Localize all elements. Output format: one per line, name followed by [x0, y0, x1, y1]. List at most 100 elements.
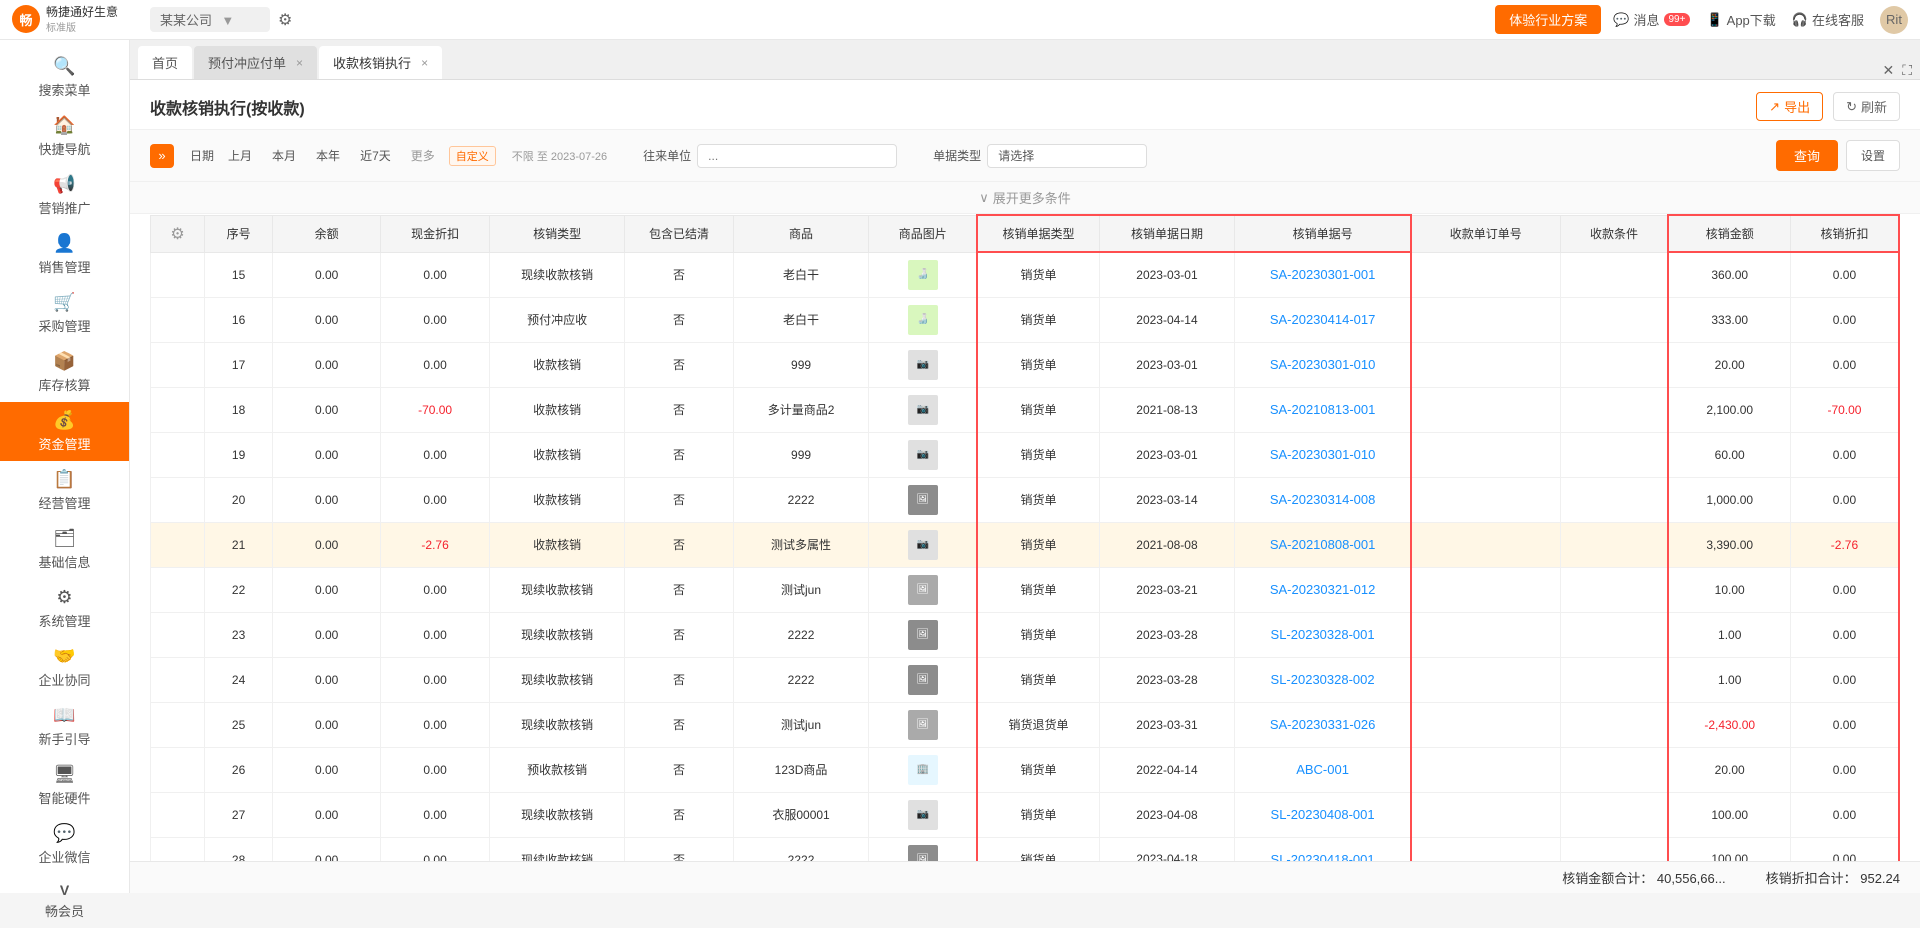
sidebar-item-enterprise[interactable]: 🤝 企业协同: [0, 638, 129, 697]
col-cash-discount-cell: 0.00: [381, 477, 489, 522]
refresh-button[interactable]: ↻ 刷新: [1833, 92, 1900, 121]
sidebar-item-sys-manage[interactable]: ⚙ 系统管理: [0, 579, 129, 638]
date-label: 日期: [190, 147, 214, 164]
col-bill-report-type-cell: 销货单: [977, 792, 1099, 837]
sidebar-item-finance[interactable]: 💰 资金管理: [0, 402, 129, 461]
col-cancel-type: 核销类型: [489, 215, 625, 252]
col-bill-report-date-cell: 2021-08-13: [1099, 387, 1235, 432]
goods-thumbnail: 🖼: [908, 845, 938, 862]
col-goods-img-cell: 🍶: [869, 252, 977, 297]
col-receipt-order-no-cell: [1411, 837, 1560, 861]
col-receipt-condition-cell: [1560, 747, 1668, 792]
table-container[interactable]: ⚙ 序号 余额 现金折扣 核销类型 包含已结清 商品 商品图片 核销单据类型 核…: [130, 214, 1920, 861]
date-opt-this-month[interactable]: 本月: [264, 145, 304, 166]
solution-button[interactable]: 体验行业方案: [1495, 5, 1601, 34]
col-gear-cell: [151, 702, 205, 747]
col-bill-no-cell: SA-20210813-001: [1235, 387, 1411, 432]
col-cancel-type-cell: 现续收款核销: [489, 792, 625, 837]
col-bill-report-type: 核销单据类型: [977, 215, 1099, 252]
sidebar-item-base-info[interactable]: 🗂 基础信息: [0, 520, 129, 579]
sidebar-item-wechat[interactable]: 💬 企业微信: [0, 815, 129, 874]
sidebar-item-operations[interactable]: 📋 经营管理: [0, 461, 129, 520]
sidebar-item-search-menu[interactable]: 🔍 搜索菜单: [0, 48, 129, 107]
sidebar-item-quick-nav[interactable]: 🏠 快捷导航: [0, 107, 129, 166]
col-receipt-condition-cell: [1560, 387, 1668, 432]
tab-collect-close[interactable]: ×: [421, 56, 428, 70]
col-cancel-discount-cell: 0.00: [1790, 747, 1899, 792]
sidebar-item-smart-hw[interactable]: 🖥 智能硬件: [0, 756, 129, 815]
col-bill-report-type-cell: 销货单: [977, 657, 1099, 702]
sidebar-item-guide[interactable]: 📖 新手引导: [0, 697, 129, 756]
col-bill-report-type-cell: 销货单: [977, 387, 1099, 432]
sidebar-item-sales[interactable]: 👤 销售管理: [0, 225, 129, 284]
goods-thumbnail: 📷: [908, 350, 938, 380]
logo-icon: 畅: [12, 5, 40, 33]
col-cancel-amount-cell: 1,000.00: [1668, 477, 1790, 522]
tab-close-all-icon[interactable]: ✕: [1882, 62, 1894, 79]
custom-tag[interactable]: 自定义: [449, 146, 496, 166]
col-cancel-amount-cell: 2,100.00: [1668, 387, 1790, 432]
date-opt-more[interactable]: 更多: [403, 145, 443, 166]
col-receipt-order-no-cell: [1411, 477, 1560, 522]
col-cancel-discount-cell: 0.00: [1790, 612, 1899, 657]
col-receipt-order-no-cell: [1411, 297, 1560, 342]
logo-sub: 标准版: [46, 19, 118, 34]
table-row: 20 0.00 0.00 收款核销 否 2222 🖼 销货单 2023-03-1…: [151, 477, 1900, 522]
bill-type-select[interactable]: 请选择: [987, 144, 1147, 168]
tab-bar: 首页 预付冲应付单 × 收款核销执行 × ✕ ⛶: [130, 40, 1920, 80]
col-cash-discount-cell: 0.00: [381, 657, 489, 702]
export-button[interactable]: ↗ 导出: [1756, 92, 1823, 121]
settings-icon[interactable]: ⚙: [278, 10, 292, 30]
col-cancel-discount-cell: 0.00: [1790, 657, 1899, 702]
col-gear[interactable]: ⚙: [151, 215, 205, 252]
table-row: 27 0.00 0.00 现续收款核销 否 衣服00001 📷 销货单 2023…: [151, 792, 1900, 837]
filter-toggle-button[interactable]: »: [150, 144, 174, 168]
company-selector[interactable]: 某某公司 ▼: [150, 7, 270, 32]
app-download-btn[interactable]: 📱 App下载: [1706, 10, 1775, 29]
sidebar-item-inventory[interactable]: 📦 库存核算: [0, 343, 129, 402]
message-btn[interactable]: 💬 消息 99+: [1613, 10, 1690, 29]
filter-bar: » 日期 上月 本月 本年 近7天 更多 自定义 不限 至 2023-07-26: [130, 130, 1920, 182]
tab-home[interactable]: 首页: [138, 46, 192, 79]
goods-thumbnail: 📷: [908, 395, 938, 425]
col-cancel-type-cell: 现续收款核销: [489, 252, 625, 297]
expand-more-button[interactable]: ∨ 展开更多条件: [979, 188, 1071, 207]
col-cash-discount-cell: 0.00: [381, 342, 489, 387]
col-cancel-amount-cell: 333.00: [1668, 297, 1790, 342]
tab-fullscreen-icon[interactable]: ⛶: [1902, 62, 1912, 79]
tab-prepay[interactable]: 预付冲应付单 ×: [194, 46, 317, 79]
date-opt-7days[interactable]: 近7天: [352, 145, 399, 166]
tab-prepay-close[interactable]: ×: [296, 56, 303, 70]
table-row: 18 0.00 -70.00 收款核销 否 多计量商品2 📷 销货单 2021-…: [151, 387, 1900, 432]
sales-icon: 👤: [53, 233, 75, 254]
col-cash-discount-cell: 0.00: [381, 252, 489, 297]
counterpart-label: 往来单位: [643, 147, 691, 164]
sys-icon: ⚙: [56, 587, 72, 608]
col-bill-report-date-cell: 2023-03-28: [1099, 657, 1235, 702]
sidebar-item-marketing[interactable]: 📢 营销推广: [0, 166, 129, 225]
sidebar-item-purchase[interactable]: 🛒 采购管理: [0, 284, 129, 343]
date-opt-last-month[interactable]: 上月: [220, 145, 260, 166]
col-balance-cell: 0.00: [272, 657, 380, 702]
col-cancel-type-cell: 收款核销: [489, 387, 625, 432]
home-icon: 🏠: [53, 115, 75, 136]
col-cancel-type-cell: 收款核销: [489, 432, 625, 477]
col-bill-report-date-cell: 2023-03-01: [1099, 342, 1235, 387]
col-gear-cell: [151, 522, 205, 567]
table-row: 21 0.00 -2.76 收款核销 否 测试多属性 📷 销货单 2021-08…: [151, 522, 1900, 567]
tab-collect[interactable]: 收款核销执行 ×: [319, 46, 442, 79]
col-receipt-condition-cell: [1560, 297, 1668, 342]
counterpart-input[interactable]: [697, 144, 897, 168]
col-goods-img-cell: 🖼: [869, 612, 977, 657]
col-cancel-type-cell: 收款核销: [489, 342, 625, 387]
query-button[interactable]: 查询: [1776, 140, 1838, 171]
date-range: 不限 至 2023-07-26: [512, 148, 607, 164]
setting-button[interactable]: 设置: [1846, 140, 1900, 171]
avatar[interactable]: Rit: [1880, 6, 1908, 34]
col-cash-discount-cell: 0.00: [381, 747, 489, 792]
online-service-btn[interactable]: 🎧 在线客服: [1792, 10, 1864, 29]
col-cancel-discount-cell: -70.00: [1790, 387, 1899, 432]
sidebar-item-member[interactable]: V 畅会员: [0, 874, 129, 928]
col-bill-no-cell: SL-20230328-001: [1235, 612, 1411, 657]
date-opt-this-year[interactable]: 本年: [308, 145, 348, 166]
